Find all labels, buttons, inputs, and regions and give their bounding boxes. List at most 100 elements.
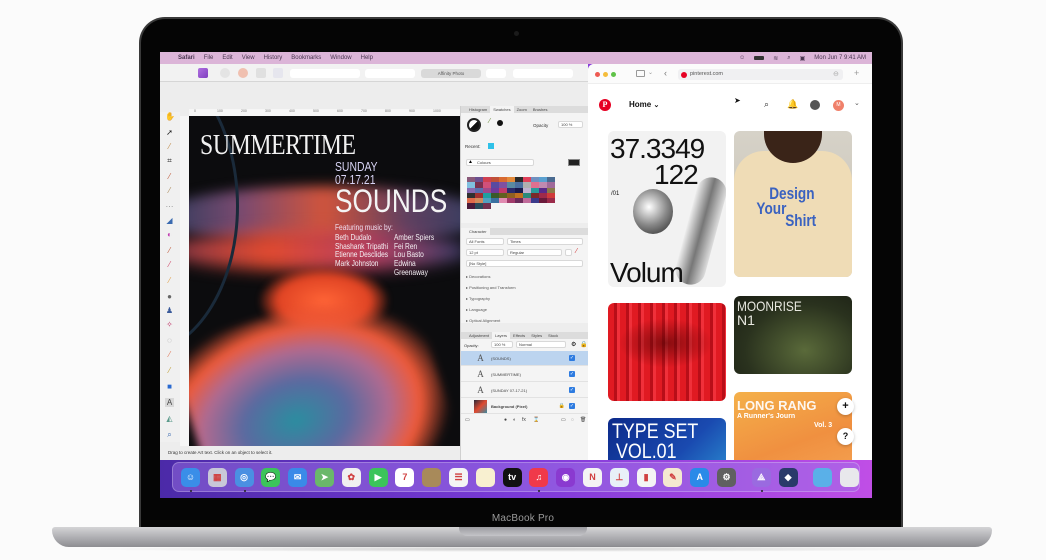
blur-brush-icon[interactable]: ⁄ bbox=[165, 350, 174, 359]
tab-adjustment[interactable]: Adjustment bbox=[461, 333, 492, 338]
fill-stroke-swatch[interactable] bbox=[568, 159, 580, 166]
account-chevron-icon[interactable]: ⌄ bbox=[854, 99, 860, 107]
liquify-persona-icon[interactable] bbox=[220, 68, 230, 78]
opacity-field[interactable]: 100 % bbox=[558, 121, 583, 128]
tab-character[interactable]: Character bbox=[461, 228, 490, 235]
contacts-icon[interactable] bbox=[422, 468, 442, 487]
toolbar-group-4[interactable] bbox=[513, 69, 573, 78]
spotlight-icon[interactable]: ⌕ bbox=[787, 55, 790, 62]
pin-card[interactable]: TYPE SET VOL.01 bbox=[608, 418, 726, 460]
messages-icon[interactable]: 💬 bbox=[261, 468, 281, 487]
color-swatch[interactable] bbox=[499, 198, 507, 204]
pinterest-logo[interactable]: P bbox=[599, 99, 611, 111]
crop-tool-icon[interactable]: ⌗ bbox=[165, 156, 174, 165]
menu-window[interactable]: Window bbox=[330, 55, 351, 61]
dodge-brush-icon[interactable]: ● bbox=[165, 292, 174, 301]
notes-icon[interactable] bbox=[475, 468, 495, 487]
poster-title[interactable]: SUMMERTIME bbox=[200, 129, 356, 162]
pin-card[interactable]: Design Your Shirt bbox=[734, 131, 852, 277]
color-swatch[interactable] bbox=[547, 198, 555, 204]
layer-visibility-checkbox[interactable]: ✓ bbox=[569, 355, 575, 361]
live-filter-icon[interactable]: ⌛ bbox=[533, 417, 539, 423]
tab-brushes[interactable]: Brushes bbox=[530, 107, 551, 112]
photos-icon[interactable]: ✿ bbox=[341, 468, 361, 487]
menu-edit[interactable]: Edit bbox=[222, 55, 232, 61]
user-avatar[interactable]: M bbox=[833, 100, 844, 111]
calendar-icon[interactable]: 7 bbox=[395, 468, 415, 487]
toolbar-group-1[interactable] bbox=[290, 69, 360, 78]
section-positioning[interactable]: ▸ Positioning and Transform bbox=[466, 285, 516, 290]
group-icon[interactable]: ▭ bbox=[561, 417, 566, 423]
address-bar[interactable]: pinterest.com bbox=[678, 69, 843, 80]
font-size-field[interactable]: 12 pt bbox=[466, 249, 504, 256]
tab-stock[interactable]: Stock bbox=[545, 333, 561, 338]
keynote-icon[interactable]: ⊥ bbox=[609, 468, 629, 487]
section-language[interactable]: ▸ Language bbox=[466, 307, 487, 312]
font-collection-select[interactable]: All Fonts bbox=[466, 238, 504, 245]
safari-icon[interactable]: ◎ bbox=[234, 468, 254, 487]
pin-card[interactable]: MOONRISE N1 bbox=[734, 296, 852, 374]
art-text-tool-icon[interactable]: A bbox=[165, 398, 174, 407]
minimize-button[interactable] bbox=[603, 72, 608, 77]
menu-clock[interactable]: Mon Jun 7 9:41 AM bbox=[814, 55, 866, 61]
develop-persona-icon[interactable] bbox=[238, 68, 248, 78]
music-icon[interactable]: ♫ bbox=[529, 468, 549, 487]
color-swatch[interactable] bbox=[467, 203, 475, 209]
search-icon[interactable]: ⌕ bbox=[764, 99, 769, 110]
current-color[interactable] bbox=[497, 120, 503, 126]
menu-view[interactable]: View bbox=[242, 55, 255, 61]
rectangle-tool-icon[interactable]: ■ bbox=[165, 382, 174, 391]
more-options-icon[interactable]: ⊖ bbox=[833, 70, 839, 78]
launchpad-icon[interactable]: ▦ bbox=[207, 468, 227, 487]
color-swatch[interactable] bbox=[483, 203, 491, 209]
system-preferences-icon[interactable]: ⚙ bbox=[717, 468, 736, 487]
home-dropdown[interactable]: Home ⌄ bbox=[629, 100, 659, 109]
layer-visibility-checkbox[interactable]: ✓ bbox=[569, 371, 575, 377]
move-tool-icon[interactable]: ➚ bbox=[165, 128, 174, 137]
view-tool-icon[interactable]: ✋ bbox=[165, 112, 175, 121]
adjustments-icon[interactable]: ◐ bbox=[513, 417, 516, 423]
layer-visibility-checkbox[interactable]: ✓ bbox=[569, 403, 575, 409]
add-mask-icon[interactable]: ● bbox=[504, 417, 507, 423]
fx-icon[interactable]: fx bbox=[522, 417, 526, 423]
no-fill-icon[interactable]: ⁄ bbox=[576, 248, 577, 255]
pin-card[interactable] bbox=[608, 303, 726, 401]
pin-card[interactable]: 37.3349 122 /01 Volum bbox=[608, 131, 726, 287]
tab-effects[interactable]: Effects bbox=[510, 333, 528, 338]
flood-fill-icon[interactable]: ◢ bbox=[165, 216, 174, 225]
menu-file[interactable]: File bbox=[204, 55, 214, 61]
color-wheel[interactable] bbox=[467, 118, 481, 132]
menu-app-name[interactable]: Safari bbox=[178, 55, 195, 61]
palette-select[interactable]: Colours bbox=[466, 159, 534, 166]
document-canvas[interactable]: SUMMERTIME SUNDAY 07.17.21 SOUNDS Featur… bbox=[189, 116, 460, 453]
color-replacement-icon[interactable]: ⁄ bbox=[165, 260, 174, 269]
color-swatch[interactable] bbox=[515, 198, 523, 204]
screen-icon[interactable]: ▣ bbox=[800, 55, 806, 62]
section-typography[interactable]: ▸ Typography bbox=[466, 296, 490, 301]
selection-brush-icon[interactable]: ⁄ bbox=[165, 172, 174, 181]
trash-icon[interactable] bbox=[840, 468, 860, 487]
color-swatch[interactable] bbox=[475, 203, 483, 209]
tab-zoom[interactable]: Zoom bbox=[514, 107, 530, 112]
healing-brush-icon[interactable]: ✧ bbox=[165, 320, 174, 329]
color-swatch[interactable] bbox=[531, 198, 539, 204]
mesh-warp-icon[interactable]: ◭ bbox=[165, 414, 174, 423]
help-button[interactable]: ? bbox=[837, 428, 854, 445]
font-weight-select[interactable]: Regular bbox=[507, 249, 562, 256]
font-family-select[interactable]: Times bbox=[507, 238, 583, 245]
messages-icon[interactable] bbox=[810, 100, 820, 110]
style-select[interactable]: [No Style] bbox=[466, 260, 583, 267]
numbers-icon[interactable]: ▮ bbox=[636, 468, 656, 487]
gradient-tool-icon[interactable]: ◐ bbox=[165, 230, 174, 239]
wifi-icon[interactable]: ≋ bbox=[773, 55, 778, 62]
maps-icon[interactable]: ➤ bbox=[315, 468, 334, 487]
layer-lock-icon[interactable]: 🔒 bbox=[580, 341, 587, 348]
layer-mask-icon[interactable]: ▭ bbox=[465, 417, 470, 423]
close-button[interactable] bbox=[595, 72, 600, 77]
pages-icon[interactable]: ✎ bbox=[663, 468, 683, 487]
layer-row[interactable]: A (SOUNDS) ✓ bbox=[461, 351, 589, 366]
toolbar-group-3[interactable] bbox=[486, 69, 506, 78]
color-swatch[interactable] bbox=[491, 198, 499, 204]
add-pin-button[interactable]: + bbox=[837, 398, 854, 415]
layer-row[interactable]: A (SUMMERTIME) ✓ bbox=[461, 367, 589, 382]
